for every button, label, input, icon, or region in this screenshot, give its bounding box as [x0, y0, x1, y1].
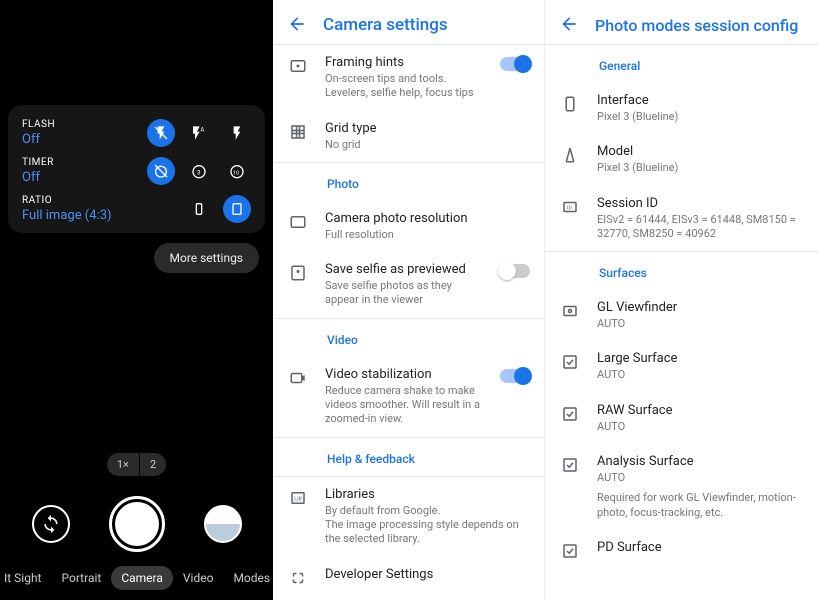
- svg-text:10: 10: [233, 170, 239, 176]
- gallery-thumbnail[interactable]: [204, 505, 242, 543]
- timer-off-icon[interactable]: [147, 157, 175, 185]
- flash-on-icon[interactable]: [223, 119, 251, 147]
- back-icon[interactable]: [287, 14, 309, 36]
- section-video: Video: [273, 319, 544, 357]
- item-pd-surface[interactable]: PD Surface: [545, 530, 818, 570]
- item-large-surface[interactable]: Large SurfaceAUTO: [545, 341, 818, 392]
- quick-settings-sheet: FLASH Off A TIMER Off 3 10 RATIO: [8, 105, 265, 233]
- zoom-2x[interactable]: 2: [140, 453, 166, 476]
- item-session-id[interactable]: ID Session IDEISv2 = 61444, EISv3 = 6144…: [545, 186, 818, 252]
- item-raw-surface[interactable]: RAW SurfaceAUTO: [545, 393, 818, 444]
- mode-video[interactable]: Video: [173, 566, 224, 590]
- ratio-value: Full image (4:3): [22, 208, 112, 223]
- compass-icon: [559, 144, 581, 164]
- shutter-button[interactable]: [109, 496, 165, 552]
- mode-modes[interactable]: Modes: [223, 566, 273, 590]
- settings-title: Camera settings: [323, 15, 448, 35]
- selfie-icon: [287, 262, 309, 282]
- item-libraries[interactable]: LIB LibrariesBy default from Google. The…: [273, 477, 544, 557]
- item-framing-hints[interactable]: Framing hintsOn-screen tips and tools. L…: [273, 45, 544, 111]
- check-icon: [559, 540, 581, 560]
- resolution-icon: [287, 211, 309, 231]
- svg-text:A: A: [200, 127, 204, 134]
- stabilization-toggle[interactable]: [500, 369, 530, 383]
- flash-off-icon[interactable]: [147, 119, 175, 147]
- framing-toggle[interactable]: [500, 57, 530, 71]
- stabilization-icon: [287, 367, 309, 387]
- mode-night-sight[interactable]: It Sight: [0, 566, 51, 590]
- item-developer-settings[interactable]: Developer Settings: [273, 557, 544, 597]
- item-grid-type[interactable]: Grid typeNo grid: [273, 111, 544, 162]
- viewfinder-icon: [559, 300, 581, 320]
- phone-icon: [559, 93, 581, 113]
- item-photo-resolution[interactable]: Camera photo resolutionFull resolution: [273, 201, 544, 252]
- ratio-tall-icon[interactable]: [185, 195, 213, 223]
- developer-icon: [287, 567, 309, 587]
- svg-text:3: 3: [197, 169, 200, 176]
- grid-icon: [287, 121, 309, 141]
- more-settings-button[interactable]: More settings: [154, 243, 260, 273]
- session-config-panel: Photo modes session config General Inter…: [545, 0, 818, 600]
- selfie-toggle[interactable]: [500, 264, 530, 278]
- check-icon: [559, 403, 581, 423]
- libraries-icon: LIB: [287, 487, 309, 507]
- item-video-stabilization[interactable]: Video stabilizationReduce camera shake t…: [273, 357, 544, 437]
- timer-label: TIMER: [22, 157, 54, 168]
- check-icon: [559, 454, 581, 474]
- id-icon: ID: [559, 196, 581, 216]
- timer-3s-icon[interactable]: 3: [185, 157, 213, 185]
- section-photo: Photo: [273, 163, 544, 201]
- svg-text:LIB: LIB: [294, 496, 302, 502]
- mode-portrait[interactable]: Portrait: [51, 566, 111, 590]
- framing-icon: [287, 55, 309, 75]
- flash-label: FLASH: [22, 119, 55, 130]
- timer-10s-icon[interactable]: 10: [223, 157, 251, 185]
- timer-value: Off: [22, 170, 54, 185]
- section-general: General: [545, 45, 818, 83]
- item-save-selfie[interactable]: Save selfie as previewedSave selfie phot…: [273, 252, 544, 318]
- camera-viewfinder-panel: FLASH Off A TIMER Off 3 10 RATIO: [0, 0, 273, 600]
- section-help[interactable]: Help & feedback: [273, 438, 544, 476]
- flash-auto-icon[interactable]: A: [185, 119, 213, 147]
- item-model[interactable]: ModelPixel 3 (Blueline): [545, 134, 818, 185]
- mode-camera[interactable]: Camera: [111, 566, 173, 590]
- ratio-label: RATIO: [22, 195, 112, 206]
- section-surfaces: Surfaces: [545, 252, 818, 290]
- ratio-full-icon[interactable]: [223, 195, 251, 223]
- check-icon: [559, 351, 581, 371]
- item-interface[interactable]: InterfacePixel 3 (Blueline): [545, 83, 818, 134]
- svg-text:ID: ID: [567, 205, 572, 211]
- switch-camera-button[interactable]: [32, 505, 70, 543]
- item-analysis-surface[interactable]: Analysis SurfaceAUTORequired for work GL…: [545, 444, 818, 530]
- item-gl-viewfinder[interactable]: GL ViewfinderAUTO: [545, 290, 818, 341]
- config-title: Photo modes session config: [595, 16, 798, 35]
- zoom-1x[interactable]: 1×: [107, 453, 140, 476]
- flash-value: Off: [22, 132, 55, 147]
- camera-settings-panel: Camera settings Framing hintsOn-screen t…: [273, 0, 545, 600]
- back-icon[interactable]: [559, 14, 581, 36]
